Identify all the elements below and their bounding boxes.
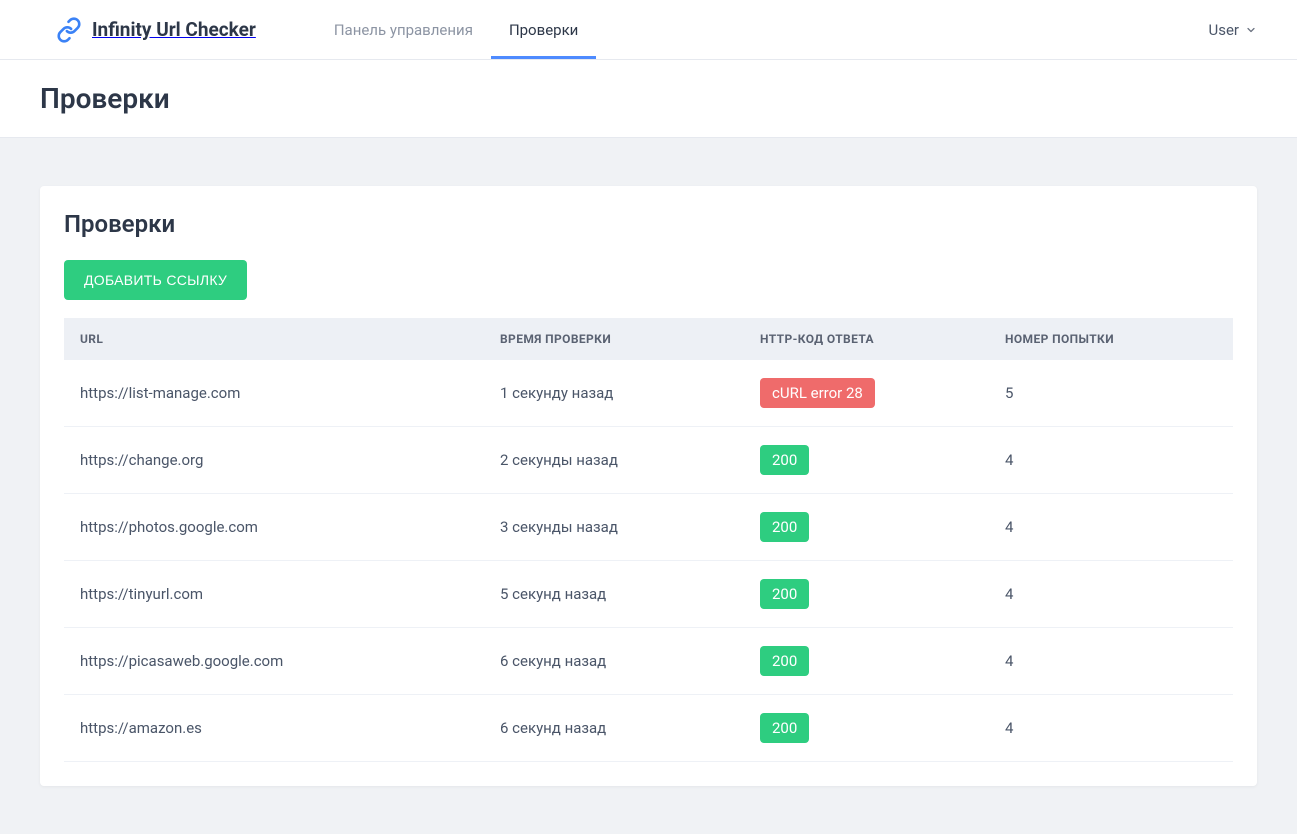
nav-checks[interactable]: Проверки [491,1,596,59]
cell-code: 200 [744,628,989,695]
checks-table: URL ВРЕМЯ ПРОВЕРКИ HTTP-КОД ОТВЕТА НОМЕР… [64,318,1233,762]
status-badge: 200 [760,646,809,676]
cell-code: cURL error 28 [744,360,989,427]
table-body: https://list-manage.com1 секунду назад cU… [64,360,1233,762]
user-menu[interactable]: User [1208,21,1257,39]
card-title: Проверки [64,210,1233,238]
status-badge: cURL error 28 [760,378,875,408]
content: Проверки ДОБАВИТЬ ССЫЛКУ URL ВРЕМЯ ПРОВЕ… [0,138,1297,834]
checks-card: Проверки ДОБАВИТЬ ССЫЛКУ URL ВРЕМЯ ПРОВЕ… [40,186,1257,786]
cell-time: 6 секунд назад [484,695,744,762]
table-row[interactable]: https://photos.google.com3 секунды назад… [64,494,1233,561]
chevron-down-icon [1245,24,1257,36]
cell-url: https://photos.google.com [64,494,484,561]
table-header-code: HTTP-КОД ОТВЕТА [744,318,989,360]
cell-time: 3 секунды назад [484,494,744,561]
cell-time: 1 секунду назад [484,360,744,427]
add-link-button[interactable]: ДОБАВИТЬ ССЫЛКУ [64,260,247,300]
cell-url: https://tinyurl.com [64,561,484,628]
table-row[interactable]: https://tinyurl.com5 секунд назад 200 4 [64,561,1233,628]
cell-try: 4 [989,628,1233,695]
cell-try: 4 [989,427,1233,494]
table-row[interactable]: https://amazon.es6 секунд назад 200 4 [64,695,1233,762]
cell-url: https://list-manage.com [64,360,484,427]
subheader: Проверки [0,60,1297,138]
nav-dashboard[interactable]: Панель управления [316,1,491,59]
table-row[interactable]: https://list-manage.com1 секунду назад cU… [64,360,1233,427]
status-badge: 200 [760,713,809,743]
status-badge: 200 [760,512,809,542]
cell-code: 200 [744,427,989,494]
cell-url: https://change.org [64,427,484,494]
cell-url: https://picasaweb.google.com [64,628,484,695]
cell-url: https://amazon.es [64,695,484,762]
cell-code: 200 [744,494,989,561]
table-header-try: НОМЕР ПОПЫТКИ [989,318,1233,360]
top-nav: Панель управления Проверки [316,1,597,59]
status-badge: 200 [760,445,809,475]
link-icon [56,17,82,43]
cell-try: 4 [989,494,1233,561]
cell-time: 6 секунд назад [484,628,744,695]
cell-try: 4 [989,561,1233,628]
cell-code: 200 [744,561,989,628]
header-left: Infinity Url Checker Панель управления П… [56,1,596,59]
table-row[interactable]: https://change.org2 секунды назад 200 4 [64,427,1233,494]
brand-title: Infinity Url Checker [92,18,256,41]
cell-time: 5 секунд назад [484,561,744,628]
cell-try: 4 [989,695,1233,762]
table-row[interactable]: https://picasaweb.google.com6 секунд наз… [64,628,1233,695]
table-header-row: URL ВРЕМЯ ПРОВЕРКИ HTTP-КОД ОТВЕТА НОМЕР… [64,318,1233,360]
status-badge: 200 [760,579,809,609]
cell-code: 200 [744,695,989,762]
user-menu-label: User [1208,21,1239,39]
page-title: Проверки [40,82,1257,115]
table-header-time: ВРЕМЯ ПРОВЕРКИ [484,318,744,360]
cell-time: 2 секунды назад [484,427,744,494]
app-header: Infinity Url Checker Панель управления П… [0,0,1297,60]
brand[interactable]: Infinity Url Checker [56,17,256,43]
cell-try: 5 [989,360,1233,427]
table-header-url: URL [64,318,484,360]
